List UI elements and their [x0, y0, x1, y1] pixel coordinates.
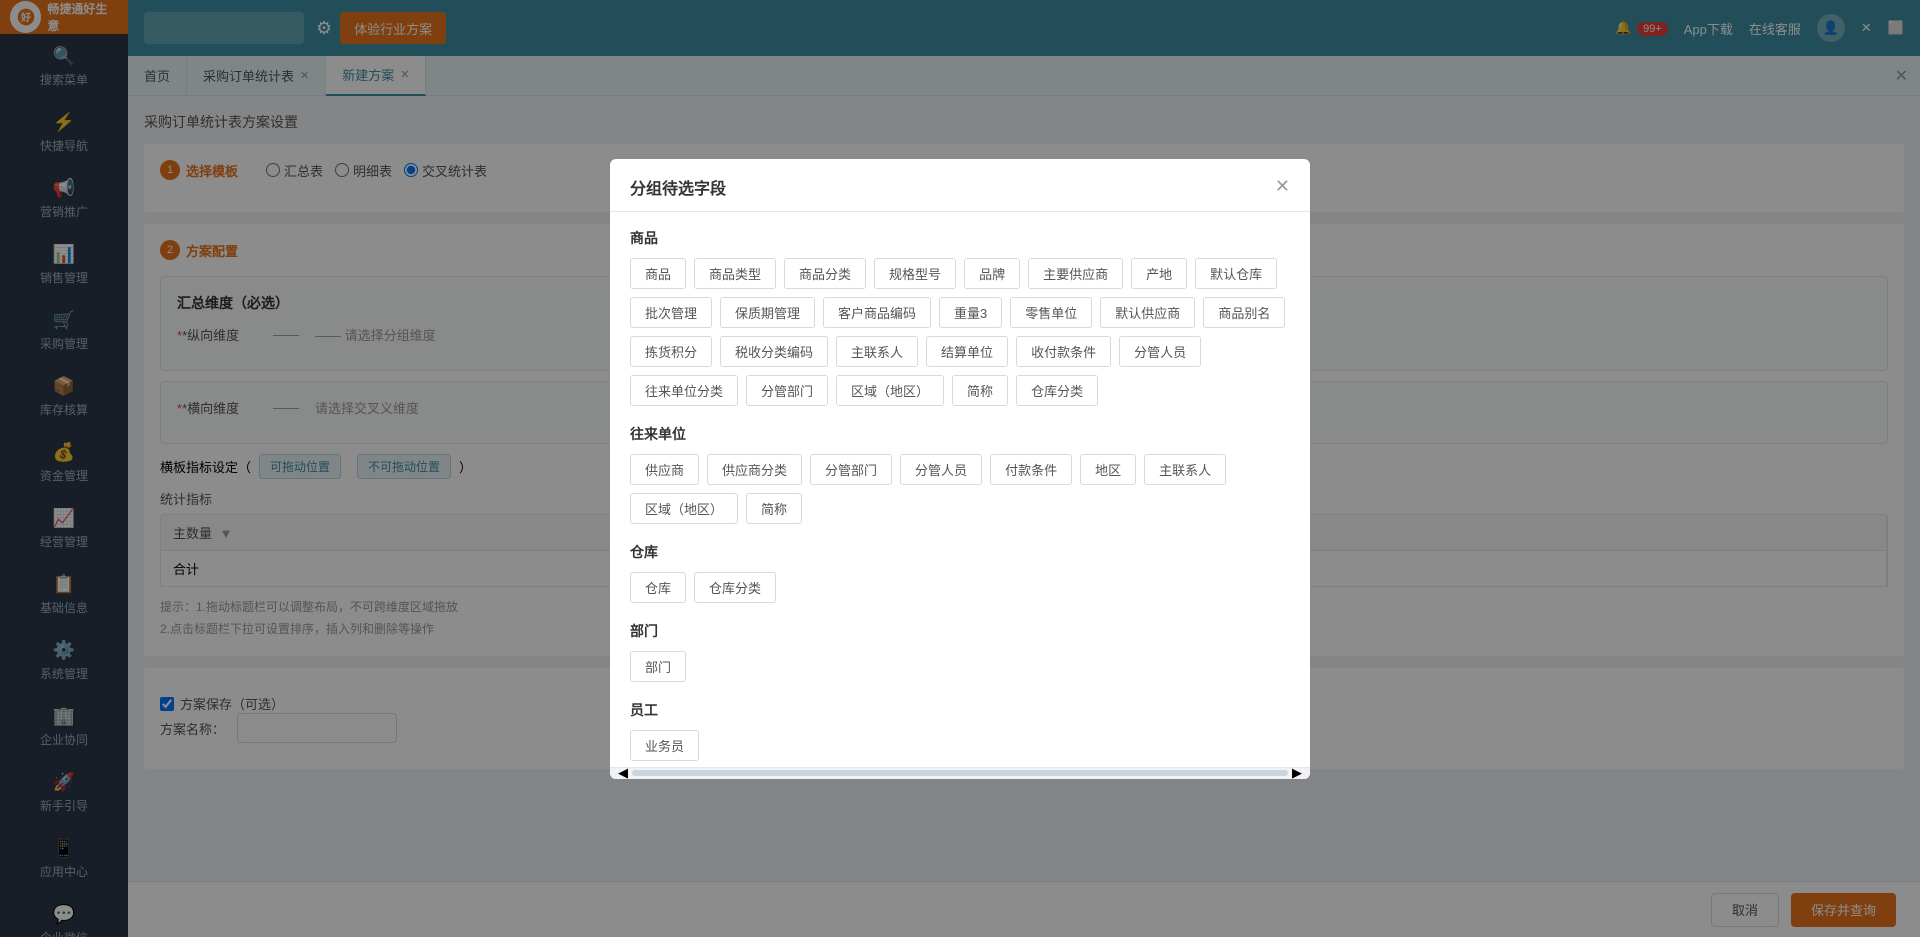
- modal-tag-分管人员[interactable]: 分管人员: [1119, 336, 1201, 367]
- hscroll-right: ▶: [1292, 765, 1302, 781]
- modal-header: 分组待选字段 ✕: [610, 159, 1310, 212]
- modal-tag-简称[interactable]: 简称: [952, 375, 1008, 406]
- modal-hscroll[interactable]: [632, 770, 1288, 776]
- modal-tag-区域（地区）[interactable]: 区域（地区）: [630, 493, 738, 524]
- modal-tag-规格型号[interactable]: 规格型号: [874, 258, 956, 289]
- modal-tag-产地[interactable]: 产地: [1131, 258, 1187, 289]
- modal-tag-默认供应商[interactable]: 默认供应商: [1100, 297, 1195, 328]
- modal-close-btn[interactable]: ✕: [1275, 176, 1290, 197]
- modal-tag-主要供应商[interactable]: 主要供应商: [1028, 258, 1123, 289]
- modal-section-warehouse-title: 仓库: [630, 542, 1290, 562]
- modal-tags-department: 部门: [630, 651, 1290, 682]
- modal-tag-业务员[interactable]: 业务员: [630, 730, 699, 761]
- modal-tag-付款条件[interactable]: 付款条件: [990, 454, 1072, 485]
- modal-section-product: 商品 商品商品类型商品分类规格型号品牌主要供应商产地默认仓库批次管理保质期管理客…: [630, 228, 1290, 406]
- modal-tag-区域（地区）[interactable]: 区域（地区）: [836, 375, 944, 406]
- modal-tag-品牌[interactable]: 品牌: [964, 258, 1020, 289]
- modal-tag-供应商分类[interactable]: 供应商分类: [707, 454, 802, 485]
- modal-tag-客户商品编码[interactable]: 客户商品编码: [823, 297, 931, 328]
- modal-tag-商品类型[interactable]: 商品类型: [694, 258, 776, 289]
- modal-tag-简称[interactable]: 简称: [746, 493, 802, 524]
- hscroll-left: ◀: [618, 765, 628, 781]
- modal-tag-零售单位[interactable]: 零售单位: [1010, 297, 1092, 328]
- modal-tags-employee: 业务员: [630, 730, 1290, 761]
- modal-tag-商品[interactable]: 商品: [630, 258, 686, 289]
- modal-body: 商品 商品商品类型商品分类规格型号品牌主要供应商产地默认仓库批次管理保质期管理客…: [610, 212, 1310, 767]
- modal-tags-product: 商品商品类型商品分类规格型号品牌主要供应商产地默认仓库批次管理保质期管理客户商品…: [630, 258, 1290, 406]
- modal-tag-仓库分类[interactable]: 仓库分类: [694, 572, 776, 603]
- modal-tag-地区[interactable]: 地区: [1080, 454, 1136, 485]
- modal-tag-重量3[interactable]: 重量3: [939, 297, 1002, 328]
- modal-overlay: 分组待选字段 ✕ 商品 商品商品类型商品分类规格型号品牌主要供应商产地默认仓库批…: [0, 0, 1920, 937]
- modal-section-department-title: 部门: [630, 621, 1290, 641]
- modal-tag-商品分类[interactable]: 商品分类: [784, 258, 866, 289]
- modal-section-partner: 往来单位 供应商供应商分类分管部门分管人员付款条件地区主联系人区域（地区） 简称: [630, 424, 1290, 524]
- modal-title: 分组待选字段: [630, 175, 726, 199]
- modal-tag-仓库分类[interactable]: 仓库分类: [1016, 375, 1098, 406]
- modal-tag-部门[interactable]: 部门: [630, 651, 686, 682]
- modal-tag-供应商[interactable]: 供应商: [630, 454, 699, 485]
- modal-section-employee-title: 员工: [630, 700, 1290, 720]
- modal-tag-税收分类编码[interactable]: 税收分类编码: [720, 336, 828, 367]
- modal-tag-默认仓库[interactable]: 默认仓库: [1195, 258, 1277, 289]
- modal-tag-拣货积分[interactable]: 拣货积分: [630, 336, 712, 367]
- modal-tag-主联系人[interactable]: 主联系人: [836, 336, 918, 367]
- modal-tag-商品别名[interactable]: 商品别名: [1203, 297, 1285, 328]
- modal-tag-分管部门[interactable]: 分管部门: [746, 375, 828, 406]
- modal-section-product-title: 商品: [630, 228, 1290, 248]
- modal-section-partner-title: 往来单位: [630, 424, 1290, 444]
- modal-tag-主联系人[interactable]: 主联系人: [1144, 454, 1226, 485]
- modal-section-warehouse: 仓库 仓库仓库分类: [630, 542, 1290, 603]
- modal-bottom-bar: ◀ ▶: [610, 767, 1310, 779]
- modal-tag-往来单位分类[interactable]: 往来单位分类: [630, 375, 738, 406]
- modal-tag-分管人员[interactable]: 分管人员: [900, 454, 982, 485]
- modal-tag-保质期管理[interactable]: 保质期管理: [720, 297, 815, 328]
- modal-tags-warehouse: 仓库仓库分类: [630, 572, 1290, 603]
- modal-tag-批次管理[interactable]: 批次管理: [630, 297, 712, 328]
- modal-tag-仓库[interactable]: 仓库: [630, 572, 686, 603]
- modal-dialog: 分组待选字段 ✕ 商品 商品商品类型商品分类规格型号品牌主要供应商产地默认仓库批…: [610, 159, 1310, 779]
- modal-section-department: 部门 部门: [630, 621, 1290, 682]
- modal-tag-分管部门[interactable]: 分管部门: [810, 454, 892, 485]
- modal-tag-结算单位[interactable]: 结算单位: [926, 336, 1008, 367]
- modal-section-employee: 员工 业务员: [630, 700, 1290, 761]
- modal-tag-收付款条件[interactable]: 收付款条件: [1016, 336, 1111, 367]
- modal-tags-partner: 供应商供应商分类分管部门分管人员付款条件地区主联系人区域（地区） 简称: [630, 454, 1290, 524]
